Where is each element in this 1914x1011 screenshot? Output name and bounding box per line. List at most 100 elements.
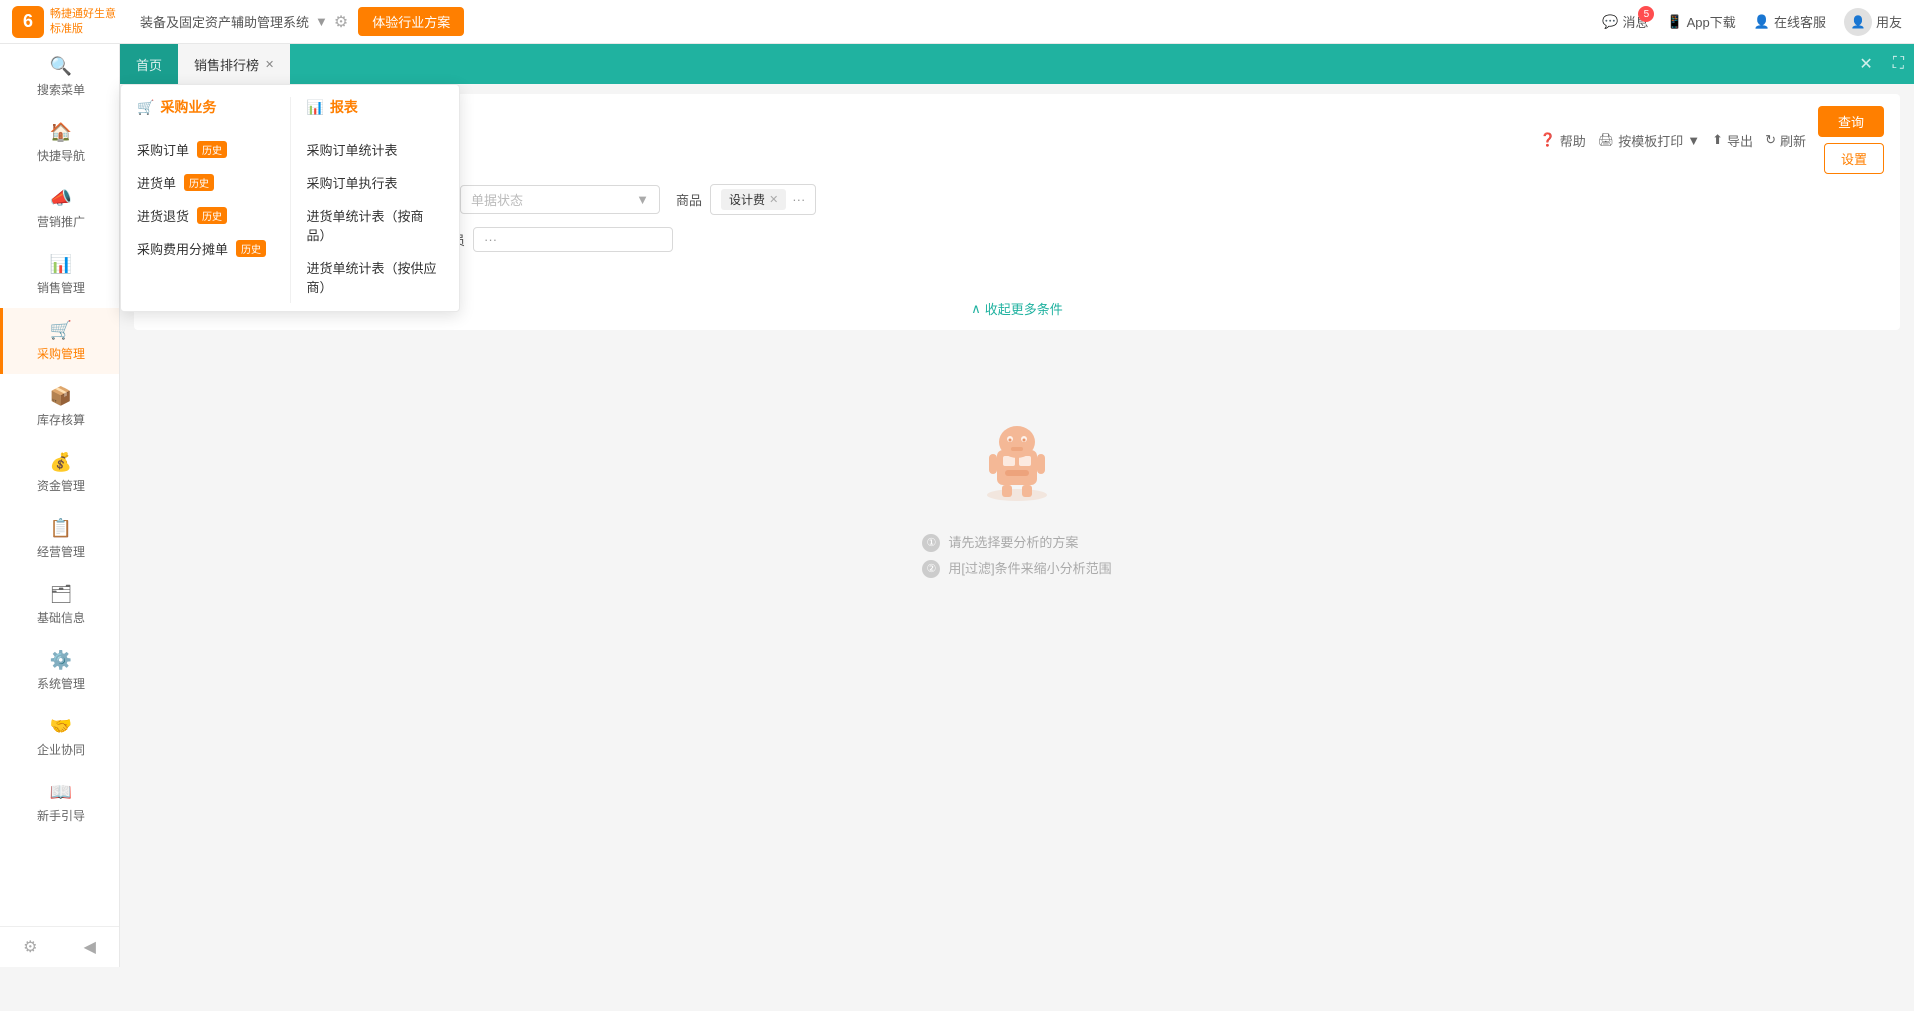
tab-home[interactable]: 首页	[120, 44, 178, 84]
sidebar-item-operations[interactable]: 📋 经营管理	[0, 506, 119, 572]
goods-tag-close[interactable]: ✕	[769, 193, 778, 206]
purchase-col-title: 🛒 采购业务	[137, 97, 274, 123]
empty-robot-illustration	[967, 410, 1067, 510]
history-tag-0: 历史	[197, 141, 227, 158]
sidebar-item-basic-info[interactable]: 🗂 基础信息	[0, 572, 119, 638]
print-btn[interactable]: 🖨 按模板打印 ▼	[1598, 131, 1700, 150]
purchase-col-label: 采购业务	[160, 97, 216, 117]
tab-sales-rank[interactable]: 销售排行榜 ✕	[178, 44, 290, 84]
print-icon: 🖨	[1598, 132, 1615, 148]
app-download-label: App下载	[1687, 12, 1736, 31]
folder-icon: 🗂	[50, 584, 73, 605]
message-icon: 💬	[1602, 14, 1618, 30]
export-icon: ⬆	[1712, 132, 1723, 148]
doc-status-placeholder: 单据状态	[471, 190, 523, 209]
history-tag-3: 历史	[236, 240, 266, 257]
query-actions: 查询 设置	[1818, 106, 1884, 174]
doc-status-input[interactable]: 单据状态 ▼	[460, 185, 660, 214]
sidebar-label-purchase: 采购管理	[37, 345, 85, 362]
dropdown-item-purchase-order-exec[interactable]: 采购订单执行表	[307, 166, 444, 199]
book-icon: 📖	[50, 782, 72, 803]
clipboard-icon: 📋	[50, 518, 72, 539]
title-dropdown-arrow[interactable]: ▼	[315, 14, 328, 29]
sidebar-item-sales[interactable]: 📊 销售管理	[0, 242, 119, 308]
query-btn[interactable]: 查询	[1818, 106, 1884, 137]
refresh-btn[interactable]: ↻ 刷新	[1765, 131, 1806, 150]
online-service-label: 在线客服	[1774, 12, 1826, 31]
collapse-label: 收起更多条件	[985, 299, 1063, 318]
item-label: 进货单统计表（按供应商）	[307, 258, 444, 296]
salesperson-input[interactable]: ···	[473, 227, 673, 252]
sidebar-item-marketing[interactable]: 📣 营销推广	[0, 176, 119, 242]
handshake-icon: 🤝	[50, 716, 72, 737]
dropdown-item-goods-in[interactable]: 进货单 历史	[137, 166, 274, 199]
settings-bottom-icon[interactable]: ⚙	[23, 937, 37, 957]
help-btn[interactable]: ❓ 帮助	[1540, 131, 1586, 150]
tabbar-close-btn[interactable]: ✕	[1849, 54, 1882, 74]
sidebar-bottom: ⚙ ◀	[0, 926, 119, 967]
online-service-btn[interactable]: 👤 在线客服	[1754, 12, 1826, 31]
print-dropdown-icon[interactable]: ▼	[1687, 133, 1700, 148]
megaphone-icon: 📣	[50, 188, 72, 209]
salesperson-dots[interactable]: ···	[484, 232, 497, 247]
print-label: 按模板打印	[1618, 131, 1683, 150]
sidebar-label-basic-info: 基础信息	[37, 609, 85, 626]
sidebar-label-funds: 资金管理	[37, 477, 85, 494]
item-label: 采购费用分摊单	[137, 239, 228, 258]
hint-num-1: ①	[922, 534, 940, 552]
set-btn[interactable]: 设置	[1824, 143, 1884, 174]
item-label: 进货单	[137, 173, 176, 192]
purchase-col-icon: 🛒	[137, 99, 154, 116]
sidebar-item-enterprise[interactable]: 🤝 企业协同	[0, 704, 119, 770]
chart-icon: 📊	[50, 254, 72, 275]
industry-btn[interactable]: 体验行业方案	[358, 7, 464, 36]
tabbar-expand-btn[interactable]: ⛶	[1883, 55, 1914, 73]
sidebar-item-quick[interactable]: 🏠 快捷导航	[0, 110, 119, 176]
system-title: 装备及固定资产辅助管理系统	[140, 12, 309, 31]
sidebar-item-system[interactable]: ⚙️ 系统管理	[0, 638, 119, 704]
tab-close-icon[interactable]: ✕	[265, 58, 274, 71]
report-col-icon: 📊	[307, 99, 324, 116]
dropdown-item-goods-stat-by-supplier[interactable]: 进货单统计表（按供应商）	[307, 251, 444, 303]
sidebar-item-guide[interactable]: 📖 新手引导	[0, 770, 119, 836]
dropdown-item-purchase-fee[interactable]: 采购费用分摊单 历史	[137, 232, 274, 265]
topbar-right: 💬 消息 5 📱 App下载 👤 在线客服 👤 用友	[1602, 8, 1902, 36]
item-label: 进货单统计表（按商品）	[307, 206, 444, 244]
logo-text: 畅捷通好生意 标准版	[50, 7, 116, 36]
empty-state: ① 请先选择要分析的方案 ② 用[过滤]条件来缩小分析范围	[134, 410, 1900, 582]
dropdown-item-purchase-order[interactable]: 采购订单 历史	[137, 133, 274, 166]
goods-input[interactable]: 设计费 ✕ ···	[710, 184, 816, 215]
settings-gear-icon[interactable]: ⚙	[334, 12, 348, 32]
dropdown-item-purchase-order-stat[interactable]: 采购订单统计表	[307, 133, 444, 166]
sidebar-item-inventory[interactable]: 📦 库存核算	[0, 374, 119, 440]
gear-icon: ⚙️	[50, 650, 72, 671]
sidebar-label-operations: 经营管理	[37, 543, 85, 560]
report-col-title: 📊 报表	[307, 97, 444, 123]
sidebar-label-quick: 快捷导航	[37, 147, 85, 164]
collapse-sidebar-icon[interactable]: ◀	[84, 937, 96, 957]
app-download-btn[interactable]: 📱 App下载	[1666, 12, 1735, 31]
tab-sales-rank-label: 销售排行榜	[194, 55, 259, 74]
history-tag-1: 历史	[184, 174, 214, 191]
refresh-icon: ↻	[1765, 132, 1776, 148]
dropdown-col-report: 📊 报表 采购订单统计表 采购订单执行表 进货单统计表（按商品） 进货单统计表（…	[290, 97, 460, 303]
goods-label: 商品	[676, 190, 702, 209]
report-col-label: 报表	[330, 97, 358, 117]
doc-status-arrow[interactable]: ▼	[636, 192, 649, 207]
dropdown-item-goods-stat-by-goods[interactable]: 进货单统计表（按商品）	[307, 199, 444, 251]
hint-item-1: ① 请先选择要分析的方案	[922, 530, 1111, 556]
hint-text-1: 请先选择要分析的方案	[948, 530, 1078, 556]
tabbar: 首页 销售排行榜 ✕ ✕ ⛶	[120, 44, 1914, 84]
sidebar-item-search[interactable]: 🔍 搜索菜单	[0, 44, 119, 110]
sidebar: 🔍 搜索菜单 🏠 快捷导航 📣 营销推广 📊 销售管理 🛒 采购管理 📦 库存核…	[0, 44, 120, 967]
sidebar-item-funds[interactable]: 💰 资金管理	[0, 440, 119, 506]
message-btn[interactable]: 💬 消息 5	[1602, 12, 1648, 31]
dropdown-item-goods-return[interactable]: 进货退货 历史	[137, 199, 274, 232]
sidebar-label-guide: 新手引导	[37, 807, 85, 824]
export-btn[interactable]: ⬆ 导出	[1712, 131, 1753, 150]
export-label: 导出	[1727, 131, 1753, 150]
hint-text-2: 用[过滤]条件来缩小分析范围	[948, 556, 1111, 582]
goods-dots[interactable]: ···	[792, 192, 805, 207]
sidebar-item-purchase[interactable]: 🛒 采购管理	[0, 308, 119, 374]
user-btn[interactable]: 👤 用友	[1844, 8, 1902, 36]
